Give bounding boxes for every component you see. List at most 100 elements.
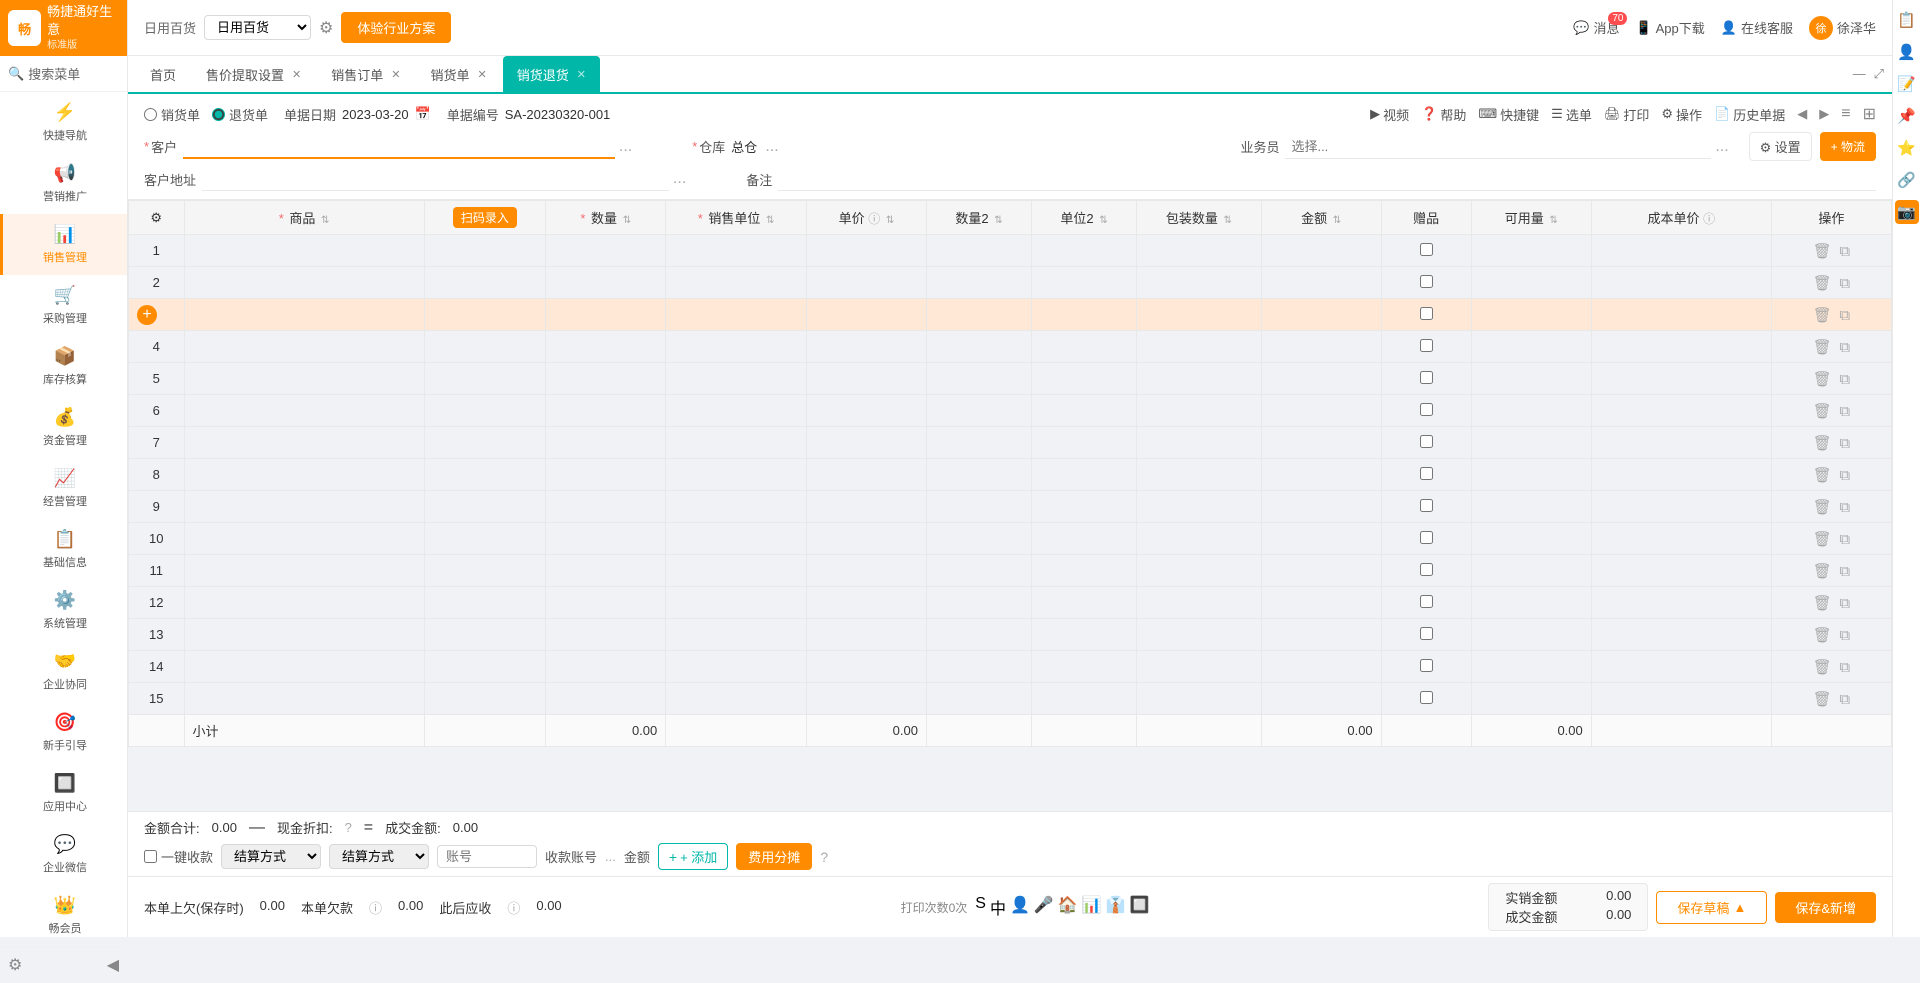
available-cell[interactable]	[1471, 459, 1591, 491]
sidebar-item-basic-info[interactable]: 📋 基础信息	[0, 519, 127, 580]
cost-price-cell[interactable]	[1591, 587, 1771, 619]
amount-cell[interactable]	[1261, 555, 1381, 587]
quantity-cell[interactable]	[546, 395, 666, 427]
unit-price-cell[interactable]	[806, 267, 926, 299]
tool-icon-6[interactable]: 📊	[1082, 895, 1102, 919]
customer-input[interactable]	[183, 134, 615, 159]
delete-row-btn[interactable]: 🗑	[1811, 400, 1834, 422]
fee-split-btn[interactable]: 费用分摊	[736, 843, 812, 870]
gift-cell[interactable]	[1381, 491, 1471, 523]
quantity-cell[interactable]	[546, 267, 666, 299]
sidebar-item-wechat[interactable]: 💬 企业微信	[0, 824, 127, 885]
gift-cell[interactable]	[1381, 651, 1471, 683]
tab-sales-delivery-close[interactable]: ✕	[478, 68, 487, 81]
sales-unit-cell[interactable]	[666, 427, 807, 459]
cost-price-cell[interactable]	[1591, 331, 1771, 363]
product-cell[interactable]	[184, 491, 424, 523]
delete-row-btn[interactable]: 🗑	[1811, 592, 1834, 614]
delete-row-btn[interactable]: 🗑	[1811, 496, 1834, 518]
delete-row-btn[interactable]: 🗑	[1811, 272, 1834, 294]
account-input[interactable]	[437, 845, 537, 868]
unit-price-cell[interactable]	[806, 299, 926, 331]
cost-price-cell[interactable]	[1591, 683, 1771, 715]
copy-row-btn[interactable]: ⧉	[1837, 401, 1852, 422]
gift-cell[interactable]	[1381, 555, 1471, 587]
unit-price-info-icon[interactable]: ⓘ	[868, 212, 880, 226]
sidebar-search[interactable]: 🔍 搜索菜单	[0, 56, 127, 92]
sales-unit-cell[interactable]	[666, 395, 807, 427]
amount-cell[interactable]	[1261, 331, 1381, 363]
gift-cell[interactable]	[1381, 331, 1471, 363]
product-cell[interactable]	[184, 331, 424, 363]
cost-price-cell[interactable]	[1591, 267, 1771, 299]
copy-row-btn[interactable]: ⧉	[1837, 593, 1852, 614]
gift-cell[interactable]	[1381, 267, 1471, 299]
logistics-btn[interactable]: + 物流	[1820, 132, 1876, 161]
copy-row-btn[interactable]: ⧉	[1837, 273, 1852, 294]
product-cell[interactable]	[184, 651, 424, 683]
add-row-btn[interactable]: +	[137, 305, 157, 325]
sidebar-item-purchase[interactable]: 🛒 采购管理	[0, 275, 127, 336]
copy-row-btn[interactable]: ⧉	[1837, 369, 1852, 390]
available-cell[interactable]	[1471, 331, 1591, 363]
copy-row-btn[interactable]: ⧉	[1837, 561, 1852, 582]
save-new-btn[interactable]: 保存&新增	[1775, 892, 1876, 923]
amount-cell[interactable]	[1261, 683, 1381, 715]
should-receive-info-icon[interactable]: ⓘ	[507, 898, 520, 917]
quantity-cell[interactable]	[546, 299, 666, 331]
product-cell[interactable]	[184, 555, 424, 587]
pack-qty-cell[interactable]	[1137, 587, 1262, 619]
qty2-cell[interactable]	[926, 683, 1031, 715]
pack-qty-cell[interactable]	[1137, 267, 1262, 299]
pack-qty-cell[interactable]	[1137, 683, 1262, 715]
salesperson-dots[interactable]: ...	[1715, 138, 1728, 156]
product-cell[interactable]	[184, 235, 424, 267]
sidebar-item-app-center[interactable]: 🔲 应用中心	[0, 763, 127, 824]
amount-cell[interactable]	[1261, 427, 1381, 459]
unit-price-cell[interactable]	[806, 363, 926, 395]
unit2-cell[interactable]	[1031, 619, 1136, 651]
pack-qty-cell[interactable]	[1137, 395, 1262, 427]
topbar-gear-icon[interactable]: ⚙	[319, 18, 333, 38]
quantity-cell[interactable]	[546, 491, 666, 523]
tool-icon-4[interactable]: 🎤	[1034, 895, 1054, 919]
right-tool-3[interactable]: 📝	[1895, 72, 1919, 96]
message-btn[interactable]: 💬 消息 70	[1573, 18, 1619, 37]
delete-row-btn[interactable]: 🗑	[1811, 240, 1834, 262]
available-cell[interactable]	[1471, 491, 1591, 523]
save-draft-btn[interactable]: 保存草稿 ▲	[1656, 891, 1767, 924]
pack-qty-cell[interactable]	[1137, 299, 1262, 331]
tool-icon-3[interactable]: 👤	[1010, 895, 1030, 919]
quantity-cell[interactable]	[546, 555, 666, 587]
amount-cell[interactable]	[1261, 363, 1381, 395]
qty2-cell[interactable]	[926, 491, 1031, 523]
right-tool-5[interactable]: ⭐	[1895, 136, 1919, 160]
sales-unit-cell[interactable]	[666, 459, 807, 491]
calculation-select[interactable]: 结算方式	[329, 844, 429, 869]
cost-price-cell[interactable]	[1591, 235, 1771, 267]
sales-unit-cell[interactable]	[666, 267, 807, 299]
calendar-icon[interactable]: 📅	[415, 106, 431, 122]
product-cell-active[interactable]	[184, 299, 424, 331]
available-cell[interactable]	[1471, 619, 1591, 651]
available-cell[interactable]	[1471, 235, 1591, 267]
qty2-cell[interactable]	[926, 235, 1031, 267]
qty2-cell[interactable]	[926, 331, 1031, 363]
unit-price-cell[interactable]	[806, 491, 926, 523]
gift-cell[interactable]	[1381, 683, 1471, 715]
sales-unit-cell[interactable]	[666, 651, 807, 683]
tool-icon-2[interactable]: 中	[990, 895, 1006, 919]
sidebar-item-guide[interactable]: 🎯 新手引导	[0, 702, 127, 763]
user-profile[interactable]: 徐 徐泽华	[1809, 16, 1876, 40]
single-owe-info-icon[interactable]: ⓘ	[369, 898, 382, 917]
available-cell[interactable]	[1471, 683, 1591, 715]
cost-price-cell[interactable]	[1591, 459, 1771, 491]
sidebar-item-enterprise[interactable]: 🤝 企业协同	[0, 641, 127, 702]
amount-cell[interactable]	[1261, 651, 1381, 683]
available-cell[interactable]	[1471, 267, 1591, 299]
product-cell[interactable]	[184, 363, 424, 395]
one-key-collection-check[interactable]: 一键收款	[144, 847, 213, 866]
unit-price-cell[interactable]	[806, 555, 926, 587]
cost-price-cell[interactable]	[1591, 523, 1771, 555]
unit2-cell[interactable]	[1031, 587, 1136, 619]
